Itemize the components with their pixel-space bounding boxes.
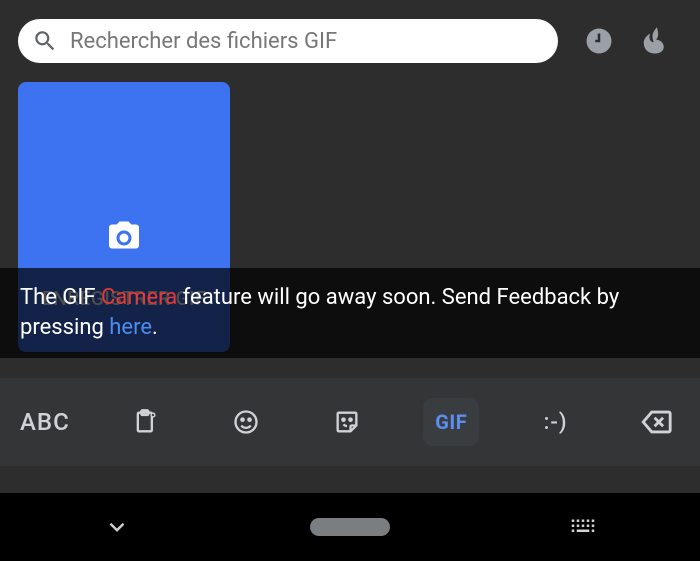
sticker-icon <box>333 408 361 436</box>
emoji-icon <box>232 408 260 436</box>
search-placeholder: Rechercher des fichiers GIF <box>70 29 337 54</box>
keyboard-icon <box>568 512 598 542</box>
gif-tab-selected[interactable]: GIF <box>423 398 479 446</box>
gif-search-panel: Rechercher des fichiers GIF ENREGISTRER … <box>0 0 700 561</box>
clipboard-icon <box>132 408 160 436</box>
abc-label: ABC <box>20 408 70 436</box>
toast-link[interactable]: here <box>109 315 152 340</box>
gif-label: GIF <box>435 410 467 434</box>
emoji-button[interactable] <box>222 398 270 446</box>
nav-keyboard-switch[interactable] <box>543 507 623 547</box>
emoticon-button[interactable]: :-) <box>532 398 580 446</box>
deprecation-toast: The GIF Camera feature will go away soon… <box>0 268 700 358</box>
nav-back[interactable] <box>77 507 157 547</box>
emoticon-label: :-) <box>544 410 568 435</box>
chevron-down-icon <box>104 514 130 540</box>
recent-icon[interactable] <box>584 26 614 56</box>
search-row: Rechercher des fichiers GIF <box>18 19 682 63</box>
search-icon <box>32 28 58 54</box>
abc-button[interactable]: ABC <box>20 398 70 446</box>
clipboard-button[interactable] <box>122 398 170 446</box>
keyboard-category-bar: ABC GIF :-) <box>0 378 700 466</box>
home-pill-icon <box>310 518 390 536</box>
nav-home[interactable] <box>310 507 390 547</box>
toast-highlight: Camera <box>101 285 177 310</box>
backspace-icon <box>639 405 673 439</box>
trending-icon[interactable] <box>640 26 670 56</box>
backspace-button[interactable] <box>632 398 680 446</box>
toast-text: The GIF Camera feature will go away soon… <box>20 283 680 343</box>
sticker-button[interactable] <box>323 398 371 446</box>
system-nav-bar <box>0 493 700 561</box>
toast-post: . <box>152 315 158 340</box>
toast-pre: The GIF <box>20 285 101 310</box>
search-input[interactable]: Rechercher des fichiers GIF <box>18 19 558 63</box>
camera-icon <box>106 217 142 253</box>
